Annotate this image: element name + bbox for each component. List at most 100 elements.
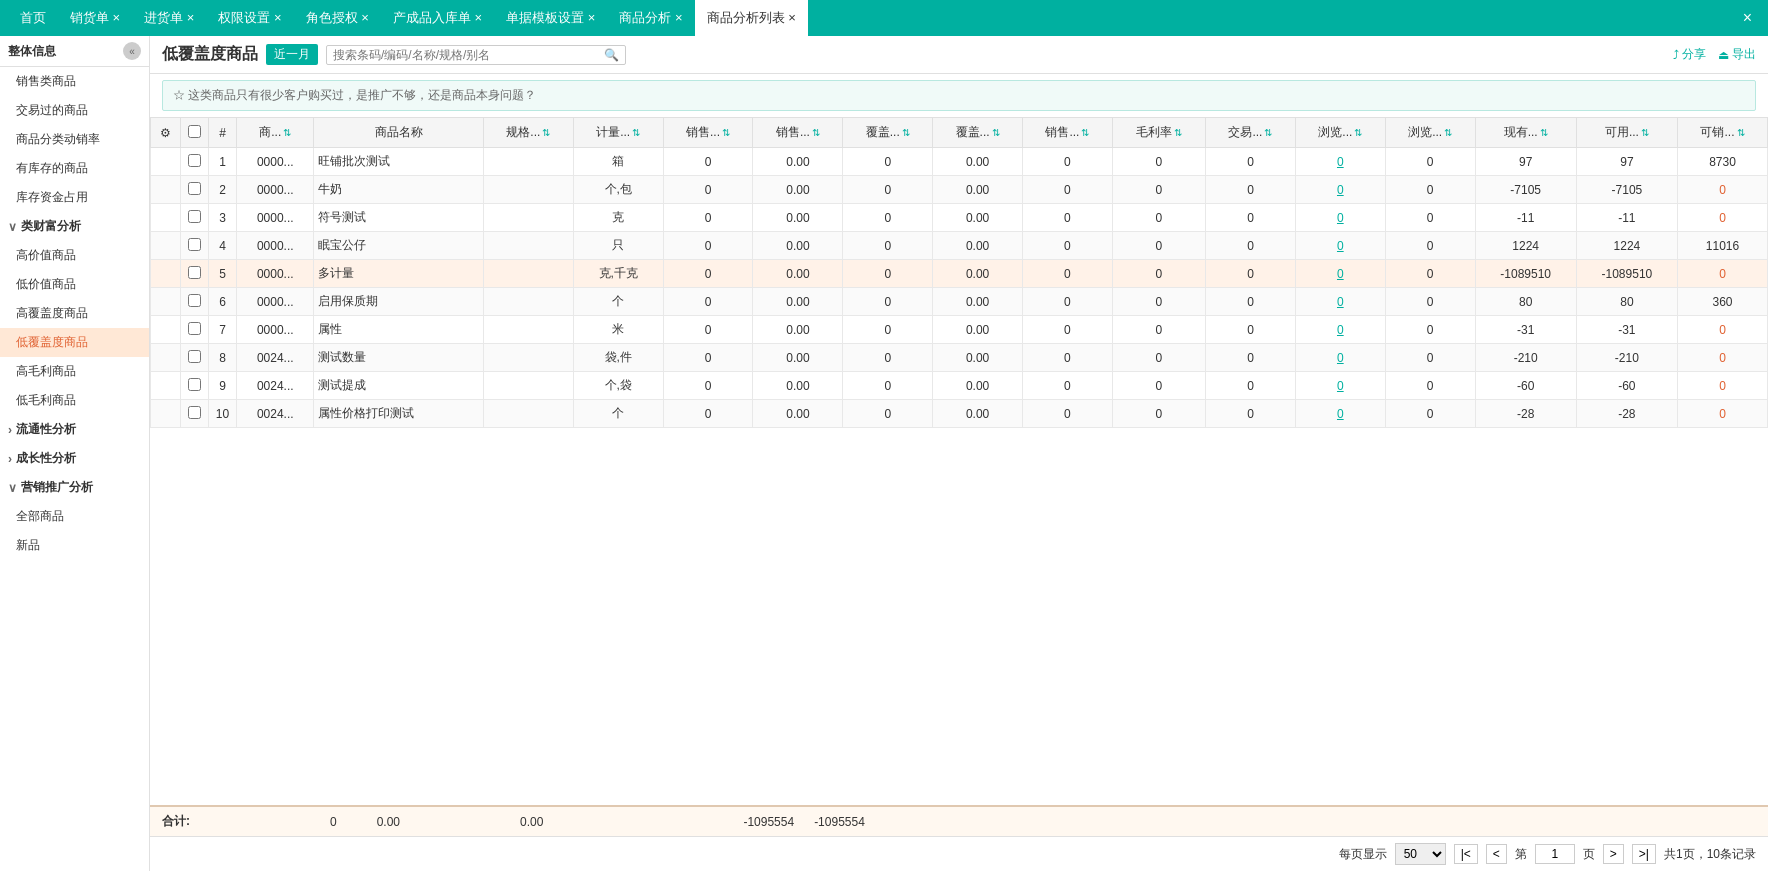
sidebar-item-high-value[interactable]: 高价值商品	[0, 241, 149, 270]
column-gear[interactable]: ⚙	[151, 118, 181, 148]
cell-checkbox[interactable]	[181, 372, 209, 400]
cell-checkbox[interactable]	[181, 400, 209, 428]
cell-name: 牛奶	[314, 176, 483, 204]
sidebar-item-category-rate[interactable]: 商品分类动销率	[0, 125, 149, 154]
column-browse1[interactable]: 浏览...⇅	[1295, 118, 1385, 148]
cell-checkbox[interactable]	[181, 176, 209, 204]
column-avail[interactable]: 可销...⇅	[1677, 118, 1767, 148]
sidebar-item-low-margin[interactable]: 低毛利商品	[0, 386, 149, 415]
cell-browse1[interactable]: 0	[1295, 372, 1385, 400]
cell-stock2: 80	[1576, 288, 1677, 316]
sidebar-item-all-products[interactable]: 全部商品	[0, 502, 149, 531]
cell-avail: 0	[1677, 372, 1767, 400]
page-number-input[interactable]	[1535, 844, 1575, 864]
row-checkbox[interactable]	[188, 294, 201, 307]
export-button[interactable]: ⏏ 导出	[1718, 46, 1756, 63]
column-coverage2[interactable]: 覆盖...⇅	[933, 118, 1023, 148]
nav-purchase[interactable]: 进货单 ×	[132, 0, 206, 36]
first-page-btn[interactable]: |<	[1454, 844, 1478, 864]
nav-product-analysis-list[interactable]: 商品分析列表 ×	[695, 0, 808, 36]
column-stock2[interactable]: 可用...⇅	[1576, 118, 1677, 148]
row-checkbox[interactable]	[188, 266, 201, 279]
cell-unit: 只	[573, 232, 663, 260]
row-checkbox[interactable]	[188, 322, 201, 335]
sidebar-section-marketing[interactable]: ∨ 营销推广分析	[0, 473, 149, 502]
cell-browse1[interactable]: 0	[1295, 148, 1385, 176]
nav-warehouse[interactable]: 产成品入库单 ×	[381, 0, 494, 36]
column-sales3[interactable]: 销售...⇅	[1023, 118, 1113, 148]
time-filter-button[interactable]: 近一月	[266, 44, 318, 65]
nav-template[interactable]: 单据模板设置 ×	[494, 0, 607, 36]
sidebar-item-new-products[interactable]: 新品	[0, 531, 149, 560]
nav-home[interactable]: 首页	[8, 0, 58, 36]
column-coverage1[interactable]: 覆盖...⇅	[843, 118, 933, 148]
cell-checkbox[interactable]	[181, 288, 209, 316]
nav-product-analysis[interactable]: 商品分析 ×	[607, 0, 694, 36]
cell-browse1[interactable]: 0	[1295, 344, 1385, 372]
cell-browse1[interactable]: 0	[1295, 400, 1385, 428]
row-checkbox[interactable]	[188, 406, 201, 419]
close-button[interactable]: ×	[1735, 9, 1760, 27]
nav-roles[interactable]: 角色授权 ×	[294, 0, 381, 36]
cell-coverage2: 0.00	[933, 316, 1023, 344]
cell-browse1[interactable]: 0	[1295, 316, 1385, 344]
cell-browse1[interactable]: 0	[1295, 260, 1385, 288]
cell-checkbox[interactable]	[181, 344, 209, 372]
row-checkbox[interactable]	[188, 154, 201, 167]
sidebar-item-low-value[interactable]: 低价值商品	[0, 270, 149, 299]
row-checkbox[interactable]	[188, 378, 201, 391]
cell-browse1[interactable]: 0	[1295, 288, 1385, 316]
share-button[interactable]: ⤴ 分享	[1673, 46, 1706, 63]
search-icon: 🔍	[604, 48, 619, 62]
sort-icon-code: ⇅	[283, 127, 291, 138]
next-page-btn[interactable]: >	[1603, 844, 1624, 864]
sidebar-item-low-coverage[interactable]: 低覆盖度商品	[0, 328, 149, 357]
prev-page-btn[interactable]: <	[1486, 844, 1507, 864]
column-checkbox[interactable]	[181, 118, 209, 148]
sidebar-section-circulation[interactable]: › 流通性分析	[0, 415, 149, 444]
cell-browse1[interactable]: 0	[1295, 176, 1385, 204]
sidebar-section-growth[interactable]: › 成长性分析	[0, 444, 149, 473]
column-gross[interactable]: 毛利率⇅	[1112, 118, 1205, 148]
cell-sales2: 0.00	[753, 204, 843, 232]
cell-checkbox[interactable]	[181, 232, 209, 260]
column-browse2[interactable]: 浏览...⇅	[1385, 118, 1475, 148]
cell-browse2: 0	[1385, 204, 1475, 232]
row-checkbox[interactable]	[188, 238, 201, 251]
search-input[interactable]	[333, 48, 604, 62]
sidebar-item-sales-products[interactable]: 销售类商品	[0, 67, 149, 96]
cell-browse1[interactable]: 0	[1295, 204, 1385, 232]
cell-unit: 袋,件	[573, 344, 663, 372]
cell-num: 9	[209, 372, 237, 400]
sidebar-section-wealth[interactable]: ∨ 类财富分析	[0, 212, 149, 241]
last-page-btn[interactable]: >|	[1632, 844, 1656, 864]
table-row: 1 0000... 旺铺批次测试 箱 0 0.00 0 0.00 0 0 0 0…	[151, 148, 1768, 176]
sidebar-item-high-coverage[interactable]: 高覆盖度商品	[0, 299, 149, 328]
cell-browse1[interactable]: 0	[1295, 232, 1385, 260]
column-stock1[interactable]: 现有...⇅	[1475, 118, 1576, 148]
nav-sales[interactable]: 销货单 ×	[58, 0, 132, 36]
column-code[interactable]: 商...⇅	[237, 118, 314, 148]
per-page-select[interactable]: 50 100 200	[1395, 843, 1446, 865]
cell-checkbox[interactable]	[181, 148, 209, 176]
cell-checkbox[interactable]	[181, 204, 209, 232]
sidebar-collapse-btn[interactable]: «	[123, 42, 141, 60]
select-all-checkbox[interactable]	[188, 125, 201, 138]
sidebar-item-traded-products[interactable]: 交易过的商品	[0, 96, 149, 125]
sidebar-item-inventory-capital[interactable]: 库存资金占用	[0, 183, 149, 212]
column-unit[interactable]: 计量...⇅	[573, 118, 663, 148]
sidebar-item-stocked-products[interactable]: 有库存的商品	[0, 154, 149, 183]
column-sales2[interactable]: 销售...⇅	[753, 118, 843, 148]
row-checkbox[interactable]	[188, 182, 201, 195]
cell-stock2: 97	[1576, 148, 1677, 176]
cell-checkbox[interactable]	[181, 260, 209, 288]
sidebar-item-high-margin[interactable]: 高毛利商品	[0, 357, 149, 386]
cell-num: 8	[209, 344, 237, 372]
cell-checkbox[interactable]	[181, 316, 209, 344]
column-sales1[interactable]: 销售...⇅	[663, 118, 753, 148]
column-trans[interactable]: 交易...⇅	[1206, 118, 1296, 148]
row-checkbox[interactable]	[188, 210, 201, 223]
column-spec[interactable]: 规格...⇅	[483, 118, 573, 148]
row-checkbox[interactable]	[188, 350, 201, 363]
nav-permissions[interactable]: 权限设置 ×	[206, 0, 293, 36]
